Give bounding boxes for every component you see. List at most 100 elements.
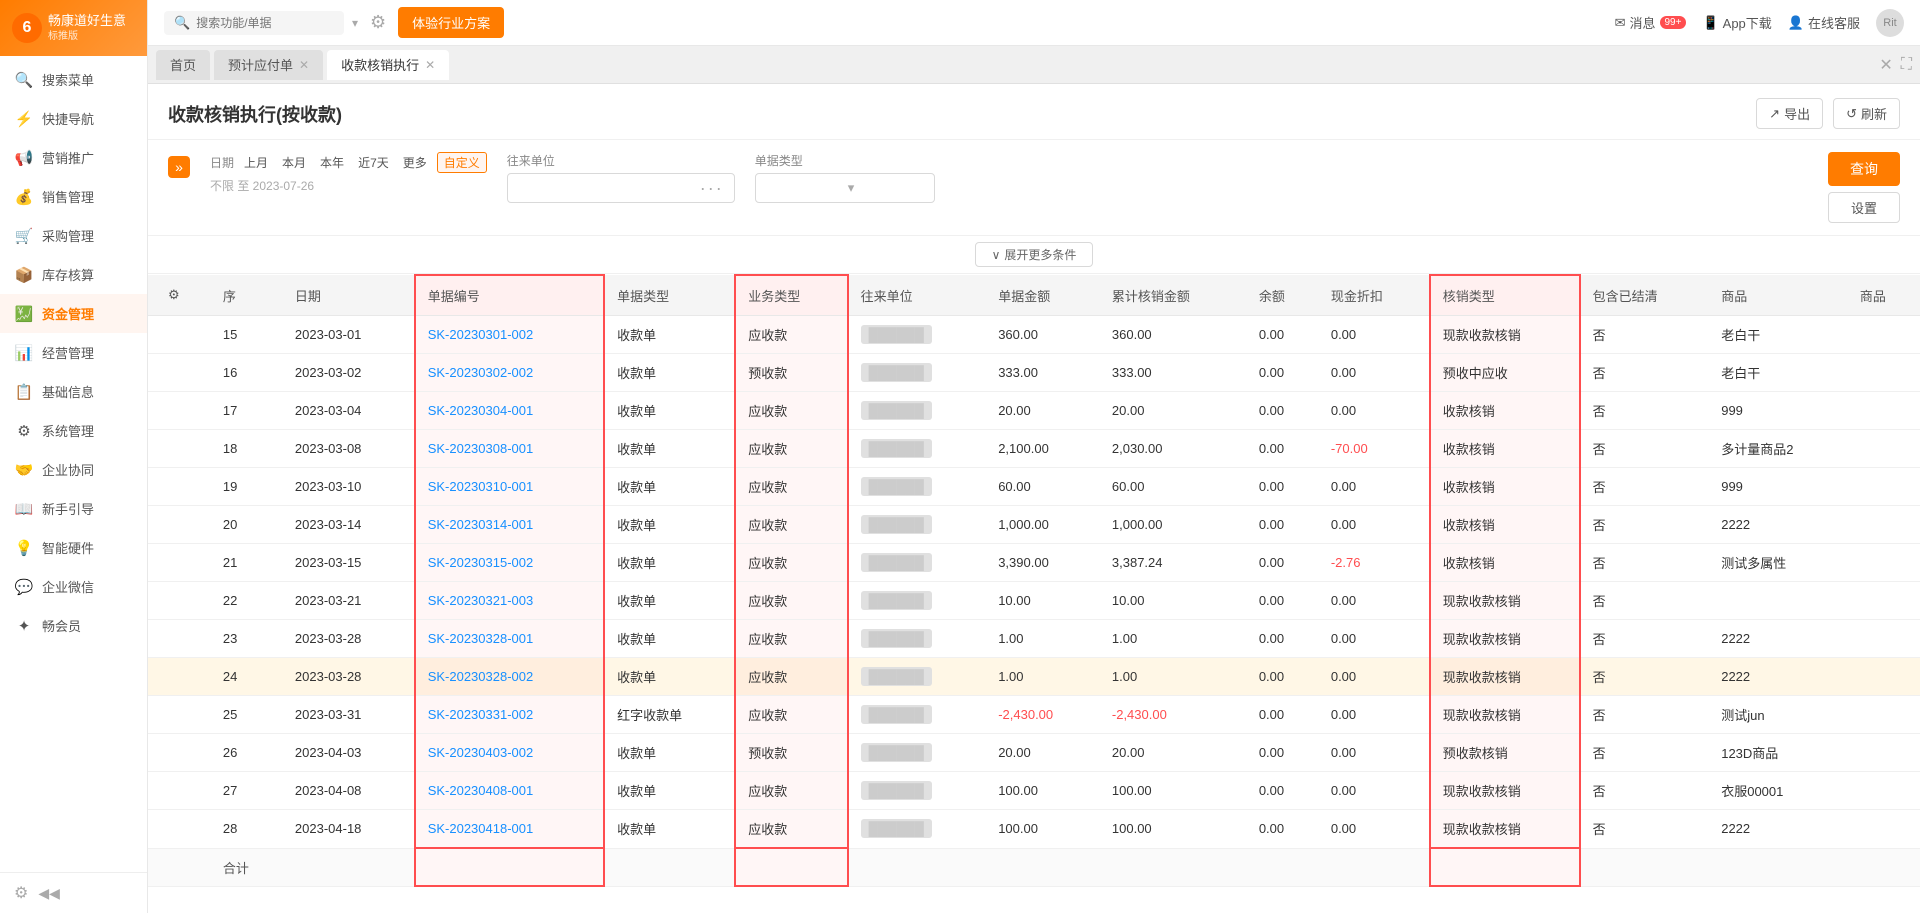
cell-bill_no[interactable]: SK-20230301-002 <box>415 316 604 354</box>
bill-no-link[interactable]: SK-20230331-002 <box>428 707 534 722</box>
query-button[interactable]: 查询 <box>1828 152 1900 186</box>
col-header-gear[interactable]: ⚙ <box>148 275 211 316</box>
last-7days-btn[interactable]: 近7天 <box>354 152 393 173</box>
message-button[interactable]: ✉ 消息 99+ <box>1615 13 1687 32</box>
row-gear[interactable] <box>148 772 211 810</box>
bill-no-link[interactable]: SK-20230328-001 <box>428 631 534 646</box>
search-box[interactable]: 🔍 <box>164 11 344 35</box>
cell-bill_no[interactable]: SK-20230408-001 <box>415 772 604 810</box>
cell-bill_no[interactable]: SK-20230304-001 <box>415 392 604 430</box>
bill-no-link[interactable]: SK-20230328-002 <box>428 669 534 684</box>
sidebar-item-weixin[interactable]: 💬企业微信 <box>0 567 147 606</box>
bill-no-link[interactable]: SK-20230310-001 <box>428 479 534 494</box>
sidebar-item-basic[interactable]: 📋基础信息 <box>0 372 147 411</box>
row-gear[interactable] <box>148 810 211 849</box>
cell-partner: ██████ <box>848 544 987 582</box>
sidebar-item-member[interactable]: ✦畅会员 <box>0 606 147 645</box>
row-gear[interactable] <box>148 316 211 354</box>
bill-no-link[interactable]: SK-20230304-001 <box>428 403 534 418</box>
cell-bill_no[interactable]: SK-20230328-002 <box>415 658 604 696</box>
sidebar-item-system[interactable]: ⚙系统管理 <box>0 411 147 450</box>
summary-cell-date <box>283 848 415 886</box>
row-gear[interactable] <box>148 392 211 430</box>
cell-goods2 <box>1848 354 1920 392</box>
bill-no-link[interactable]: SK-20230403-002 <box>428 745 534 760</box>
cell-bill_no[interactable]: SK-20230328-001 <box>415 620 604 658</box>
export-button[interactable]: ↗ 导出 <box>1756 98 1823 129</box>
sidebar-item-purchase[interactable]: 🛒采购管理 <box>0 216 147 255</box>
tab-home[interactable]: 首页 <box>156 50 210 80</box>
cell-bill_no[interactable]: SK-20230331-002 <box>415 696 604 734</box>
row-gear[interactable] <box>148 544 211 582</box>
row-gear[interactable] <box>148 468 211 506</box>
tab-prepay[interactable]: 预计应付单✕ <box>214 50 323 80</box>
bill-no-link[interactable]: SK-20230301-002 <box>428 327 534 342</box>
cell-bill_type: 收款单 <box>604 620 735 658</box>
custom-date-btn[interactable]: 自定义 <box>437 152 487 173</box>
row-gear[interactable] <box>148 620 211 658</box>
filter-toggle-button[interactable]: » <box>168 156 190 178</box>
summary-cell-seq: 合计 <box>211 848 283 886</box>
sidebar-item-hardware[interactable]: 💡智能硬件 <box>0 528 147 567</box>
type-select[interactable]: ▾ <box>755 173 935 203</box>
settings-icon[interactable]: ⚙ <box>14 883 28 903</box>
topbar-gear-icon[interactable]: ⚙ <box>366 8 390 37</box>
sidebar-item-corp[interactable]: 🤝企业协同 <box>0 450 147 489</box>
avatar[interactable]: Rit <box>1876 9 1904 37</box>
sidebar-item-marketing[interactable]: 📢营销推广 <box>0 138 147 177</box>
bill-no-link[interactable]: SK-20230321-003 <box>428 593 534 608</box>
online-service-button[interactable]: 👤 在线客服 <box>1788 13 1860 32</box>
row-gear[interactable] <box>148 354 211 392</box>
app-download-button[interactable]: 📱 App下载 <box>1702 13 1771 32</box>
last-month-btn[interactable]: 上月 <box>240 152 272 173</box>
bill-no-link[interactable]: SK-20230314-001 <box>428 517 534 532</box>
row-gear[interactable] <box>148 430 211 468</box>
cell-bill_no[interactable]: SK-20230315-002 <box>415 544 604 582</box>
row-gear[interactable] <box>148 506 211 544</box>
cell-bill_no[interactable]: SK-20230302-002 <box>415 354 604 392</box>
setting-button[interactable]: 设置 <box>1828 192 1900 223</box>
cell-bill_no[interactable]: SK-20230403-002 <box>415 734 604 772</box>
sidebar-item-quick[interactable]: ⚡快捷导航 <box>0 99 147 138</box>
unit-input-box[interactable]: ··· <box>507 173 735 203</box>
cell-goods2 <box>1848 658 1920 696</box>
sidebar-item-guide[interactable]: 📖新手引导 <box>0 489 147 528</box>
bill-no-link[interactable]: SK-20230418-001 <box>428 821 534 836</box>
table-row: 242023-03-28SK-20230328-002收款单应收款██████1… <box>148 658 1920 696</box>
tab-close-prepay[interactable]: ✕ <box>299 58 309 72</box>
row-gear[interactable] <box>148 582 211 620</box>
this-year-btn[interactable]: 本年 <box>316 152 348 173</box>
cell-bill_no[interactable]: SK-20230321-003 <box>415 582 604 620</box>
cell-bill_no[interactable]: SK-20230314-001 <box>415 506 604 544</box>
this-month-btn[interactable]: 本月 <box>278 152 310 173</box>
sidebar-item-finance[interactable]: 💹资金管理 <box>0 294 147 333</box>
sidebar-item-operation[interactable]: 📊经营管理 <box>0 333 147 372</box>
close-tab-button[interactable]: ✕ <box>1879 55 1892 75</box>
bill-no-link[interactable]: SK-20230308-001 <box>428 441 534 456</box>
bill-no-link[interactable]: SK-20230302-002 <box>428 365 534 380</box>
bill-no-link[interactable]: SK-20230408-001 <box>428 783 534 798</box>
cell-bill_no[interactable]: SK-20230310-001 <box>415 468 604 506</box>
cell-bill_no[interactable]: SK-20230308-001 <box>415 430 604 468</box>
bill-no-link[interactable]: SK-20230315-002 <box>428 555 534 570</box>
sidebar-item-sales[interactable]: 💰销售管理 <box>0 177 147 216</box>
cell-include_settled: 否 <box>1580 354 1710 392</box>
cell-bill_no[interactable]: SK-20230418-001 <box>415 810 604 849</box>
more-btn[interactable]: 更多 <box>399 152 431 173</box>
row-gear[interactable] <box>148 696 211 734</box>
row-gear[interactable] <box>148 734 211 772</box>
expand-conditions-button[interactable]: ∨ 展开更多条件 <box>975 242 1094 267</box>
collapse-icon[interactable]: ◀◀ <box>38 885 60 902</box>
expand-tab-button[interactable]: ⛶ <box>1901 55 1912 75</box>
sidebar-item-inventory[interactable]: 📦库存核算 <box>0 255 147 294</box>
unit-input[interactable] <box>518 181 694 196</box>
row-gear[interactable] <box>148 658 211 696</box>
tab-collection[interactable]: 收款核销执行✕ <box>327 50 449 80</box>
tab-close-collection[interactable]: ✕ <box>425 58 435 72</box>
cell-goods: 衣服00001 <box>1709 772 1848 810</box>
dropdown-arrow-icon[interactable]: ▾ <box>352 16 358 30</box>
sidebar-item-search[interactable]: 🔍搜索菜单 <box>0 60 147 99</box>
solution-button[interactable]: 体验行业方案 <box>398 7 504 38</box>
search-input[interactable] <box>196 16 326 30</box>
refresh-button[interactable]: ↺ 刷新 <box>1833 98 1900 129</box>
